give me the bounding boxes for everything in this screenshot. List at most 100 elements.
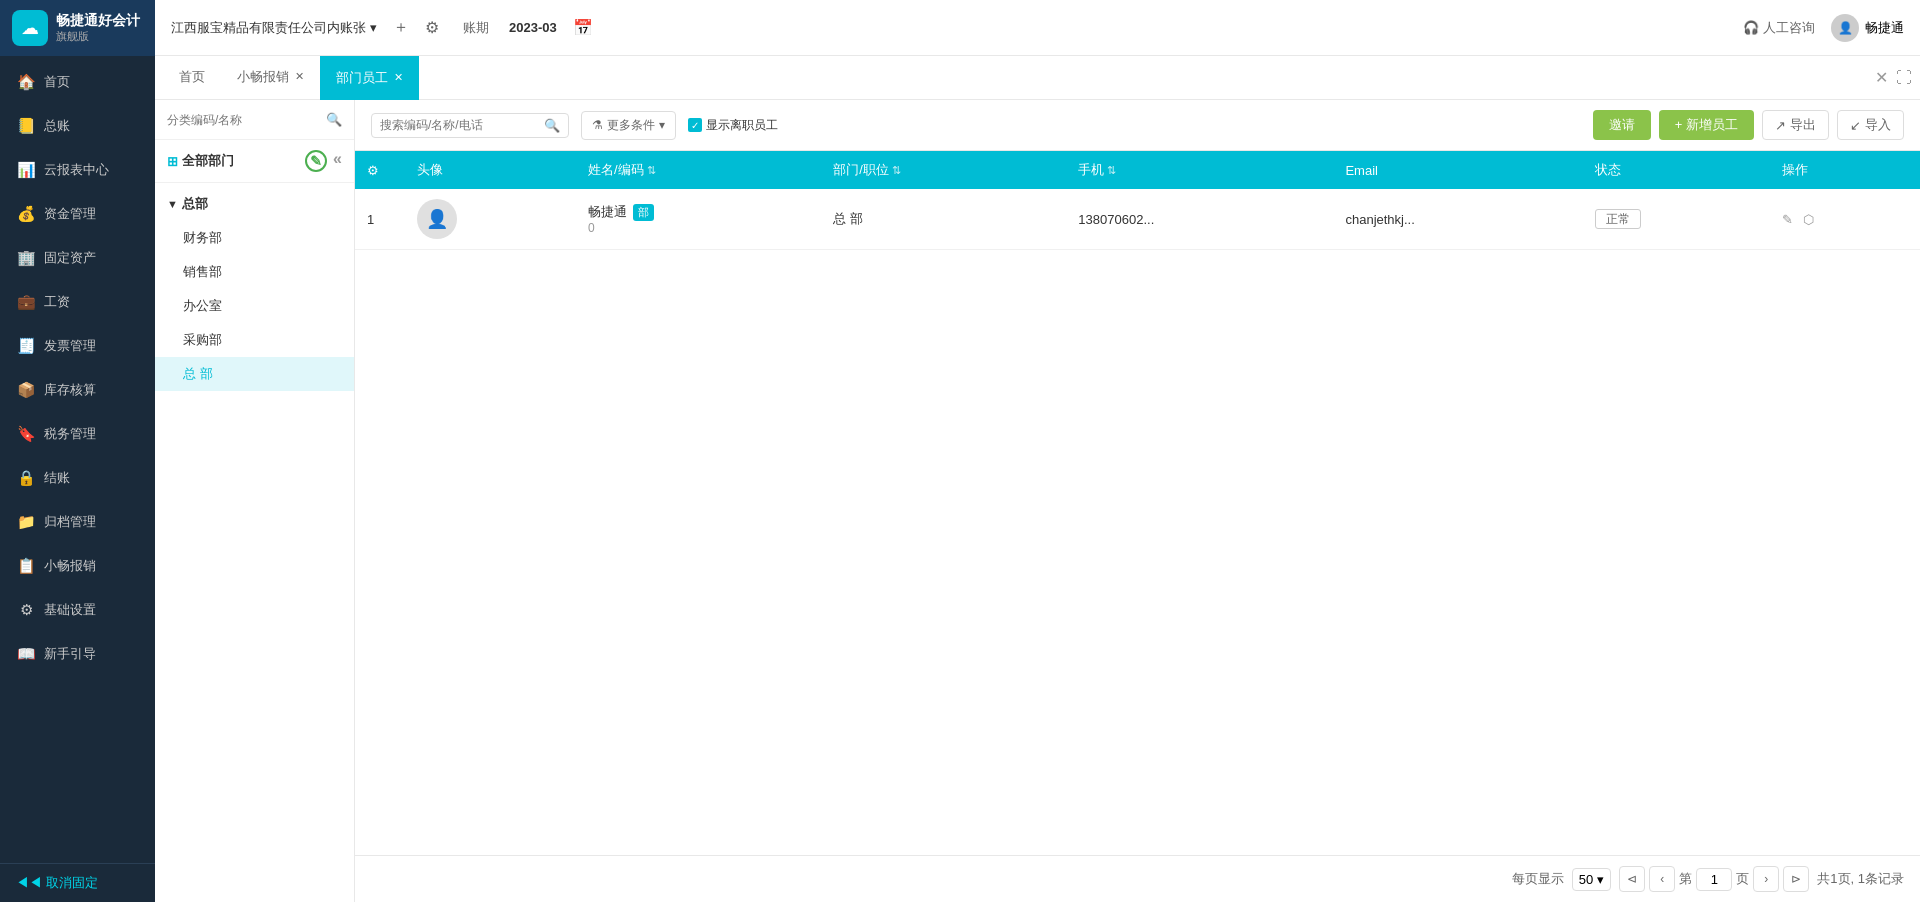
dept-item-1[interactable]: 财务部 xyxy=(155,221,354,255)
tab-close-icon[interactable]: ✕ xyxy=(1875,68,1888,87)
action-icons-0: ✎ ⬡ xyxy=(1782,212,1908,227)
page-nav: ⊲ ‹ 第 页 › ⊳ xyxy=(1619,866,1809,892)
logout-icon-0[interactable]: ⬡ xyxy=(1803,212,1814,227)
employee-name-cell-0: 畅捷通 部 xyxy=(588,203,809,221)
dept-search-input[interactable] xyxy=(167,113,326,127)
nav-label-6: 发票管理 xyxy=(44,337,96,355)
tab-xiaochang-close[interactable]: ✕ xyxy=(295,70,304,83)
first-page-btn[interactable]: ⊲ xyxy=(1619,866,1645,892)
user-info[interactable]: 👤 畅捷通 xyxy=(1831,14,1904,42)
col-dept[interactable]: 部门/职位 xyxy=(821,151,1066,189)
nav-label-1: 总账 xyxy=(44,117,70,135)
sidebar-item-13[interactable]: 📖 新手引导 xyxy=(0,632,155,676)
filter-button[interactable]: ⚗ 更多条件 ▾ xyxy=(581,111,676,140)
emp-search-icon[interactable]: 🔍 xyxy=(544,118,560,133)
filter-label: 更多条件 xyxy=(607,117,655,134)
nav-label-2: 云报表中心 xyxy=(44,161,109,179)
nav-icon-1: 📒 xyxy=(16,116,36,136)
tab-home[interactable]: 首页 xyxy=(163,56,221,100)
tab-dept-close[interactable]: ✕ xyxy=(394,71,403,84)
sidebar-item-1[interactable]: 📒 总账 xyxy=(0,104,155,148)
tab-expand-icon[interactable]: ⛶ xyxy=(1896,69,1912,87)
edit-icon-0[interactable]: ✎ xyxy=(1782,212,1793,227)
user-avatar: 👤 xyxy=(1831,14,1859,42)
sidebar-item-6[interactable]: 🧾 发票管理 xyxy=(0,324,155,368)
sidebar-item-0[interactable]: 🏠首页 xyxy=(0,60,155,104)
export-button[interactable]: ↗ 导出 xyxy=(1762,110,1829,140)
page-size-value: 50 xyxy=(1579,872,1593,887)
col-name[interactable]: 姓名/编码 xyxy=(576,151,821,189)
toolbar-right: 邀请 + 新增员工 ↗ 导出 ↙ 导入 xyxy=(1593,110,1904,140)
show-resigned-check[interactable]: ✓ 显示离职员工 xyxy=(688,117,778,134)
employee-avatar-0: 👤 xyxy=(417,199,457,239)
logo-icon: ☁ xyxy=(12,10,48,46)
sidebar-item-10[interactable]: 📁 归档管理 xyxy=(0,500,155,544)
cell-name-0: 畅捷通 部 0 xyxy=(576,189,821,250)
sidebar-item-4[interactable]: 🏢固定资产 xyxy=(0,236,155,280)
add-employee-button[interactable]: + 新增员工 xyxy=(1659,110,1754,140)
nav-icon-6: 🧾 xyxy=(16,336,36,356)
resigned-checkbox[interactable]: ✓ xyxy=(688,118,702,132)
cell-num-0: 1 xyxy=(355,189,405,250)
page-size-select[interactable]: 50 ▾ xyxy=(1572,868,1611,891)
settings-icon[interactable]: ⚙ xyxy=(425,18,439,37)
sidebar-item-5[interactable]: 💼工资 xyxy=(0,280,155,324)
next-page-btn[interactable]: › xyxy=(1753,866,1779,892)
nav-icon-9: 🔒 xyxy=(16,468,36,488)
dept-add-icon[interactable]: ✎ xyxy=(305,150,327,172)
top-bar: 江西服宝精品有限责任公司内账张 ▾ ＋ ⚙ 账期 2023-03 📅 🎧 人工咨… xyxy=(155,0,1920,56)
cell-phone-0: 138070602... xyxy=(1066,189,1333,250)
nav-icon-4: 🏢 xyxy=(16,248,36,268)
nav-icon-11: 📋 xyxy=(16,556,36,576)
col-phone[interactable]: 手机 xyxy=(1066,151,1333,189)
tab-xiaochang[interactable]: 小畅报销 ✕ xyxy=(221,56,320,100)
dept-item-0[interactable]: ▼总部 xyxy=(155,187,354,221)
prev-page-btn[interactable]: ‹ xyxy=(1649,866,1675,892)
company-selector[interactable]: 江西服宝精品有限责任公司内账张 ▾ xyxy=(171,19,377,37)
cell-avatar-0: 👤 xyxy=(405,189,576,250)
sidebar-item-7[interactable]: 📦库存核算 xyxy=(0,368,155,412)
dept-collapse-icon[interactable]: « xyxy=(333,150,342,172)
page-input[interactable] xyxy=(1696,868,1732,891)
last-page-btn[interactable]: ⊳ xyxy=(1783,866,1809,892)
filter-chevron-icon: ▾ xyxy=(659,118,665,132)
export-label: 导出 xyxy=(1790,116,1816,134)
employee-code-0: 0 xyxy=(588,221,809,235)
nav-label-10: 归档管理 xyxy=(44,513,96,531)
cell-status-0: 正常 xyxy=(1583,189,1770,250)
sidebar-item-11[interactable]: 📋小畅报销 xyxy=(0,544,155,588)
user-name: 畅捷通 xyxy=(1865,19,1904,37)
nav-icon-10: 📁 xyxy=(16,512,36,532)
dept-item-3[interactable]: 办公室 xyxy=(155,289,354,323)
nav-label-9: 结账 xyxy=(44,469,70,487)
nav-label-7: 库存核算 xyxy=(44,381,96,399)
nav-icon-13: 📖 xyxy=(16,644,36,664)
col-settings[interactable]: ⚙ xyxy=(355,151,405,189)
dept-item-5[interactable]: 总 部 xyxy=(155,357,354,391)
support-button[interactable]: 🎧 人工咨询 xyxy=(1743,19,1815,37)
sidebar-item-2[interactable]: 📊云报表中心 xyxy=(0,148,155,192)
emp-search-input[interactable] xyxy=(380,118,540,132)
tab-dept-employee[interactable]: 部门员工 ✕ xyxy=(320,56,419,100)
tab-dept-label: 部门员工 xyxy=(336,69,388,87)
dept-search-icon[interactable]: 🔍 xyxy=(326,112,342,127)
calendar-icon[interactable]: 📅 xyxy=(573,18,593,37)
employee-table: ⚙ 头像 姓名/编码 部门/职位 手机 Email 状态 操作 1 👤 xyxy=(355,151,1920,250)
sidebar-item-12[interactable]: ⚙基础设置 xyxy=(0,588,155,632)
nav-label-13: 新手引导 xyxy=(44,645,96,663)
invite-button[interactable]: 邀请 xyxy=(1593,110,1651,140)
dept-header-actions: ✎ « xyxy=(305,150,342,172)
sidebar-item-3[interactable]: 💰资金管理 xyxy=(0,192,155,236)
sidebar-item-8[interactable]: 🔖税务管理 xyxy=(0,412,155,456)
sidebar-item-9[interactable]: 🔒 结账 xyxy=(0,456,155,500)
dept-item-4[interactable]: 采购部 xyxy=(155,323,354,357)
dept-panel: 🔍 ⊞ 全部部门 ✎ « ▼总部财务部销售部办公室采购部总 部 xyxy=(155,100,355,902)
sidebar-pin-toggle[interactable]: ◀◀ 取消固定 xyxy=(0,863,155,902)
filter-icon: ⚗ xyxy=(592,118,603,132)
import-button[interactable]: ↙ 导入 xyxy=(1837,110,1904,140)
dept-item-2[interactable]: 销售部 xyxy=(155,255,354,289)
emp-table: ⚙ 头像 姓名/编码 部门/职位 手机 Email 状态 操作 1 👤 xyxy=(355,151,1920,855)
add-icon[interactable]: ＋ xyxy=(393,17,409,38)
emp-tbody: 1 👤 畅捷通 部 0 总 部 138070602... chanjethkj.… xyxy=(355,189,1920,250)
top-bar-actions: ＋ ⚙ 账期 2023-03 📅 xyxy=(393,17,593,38)
